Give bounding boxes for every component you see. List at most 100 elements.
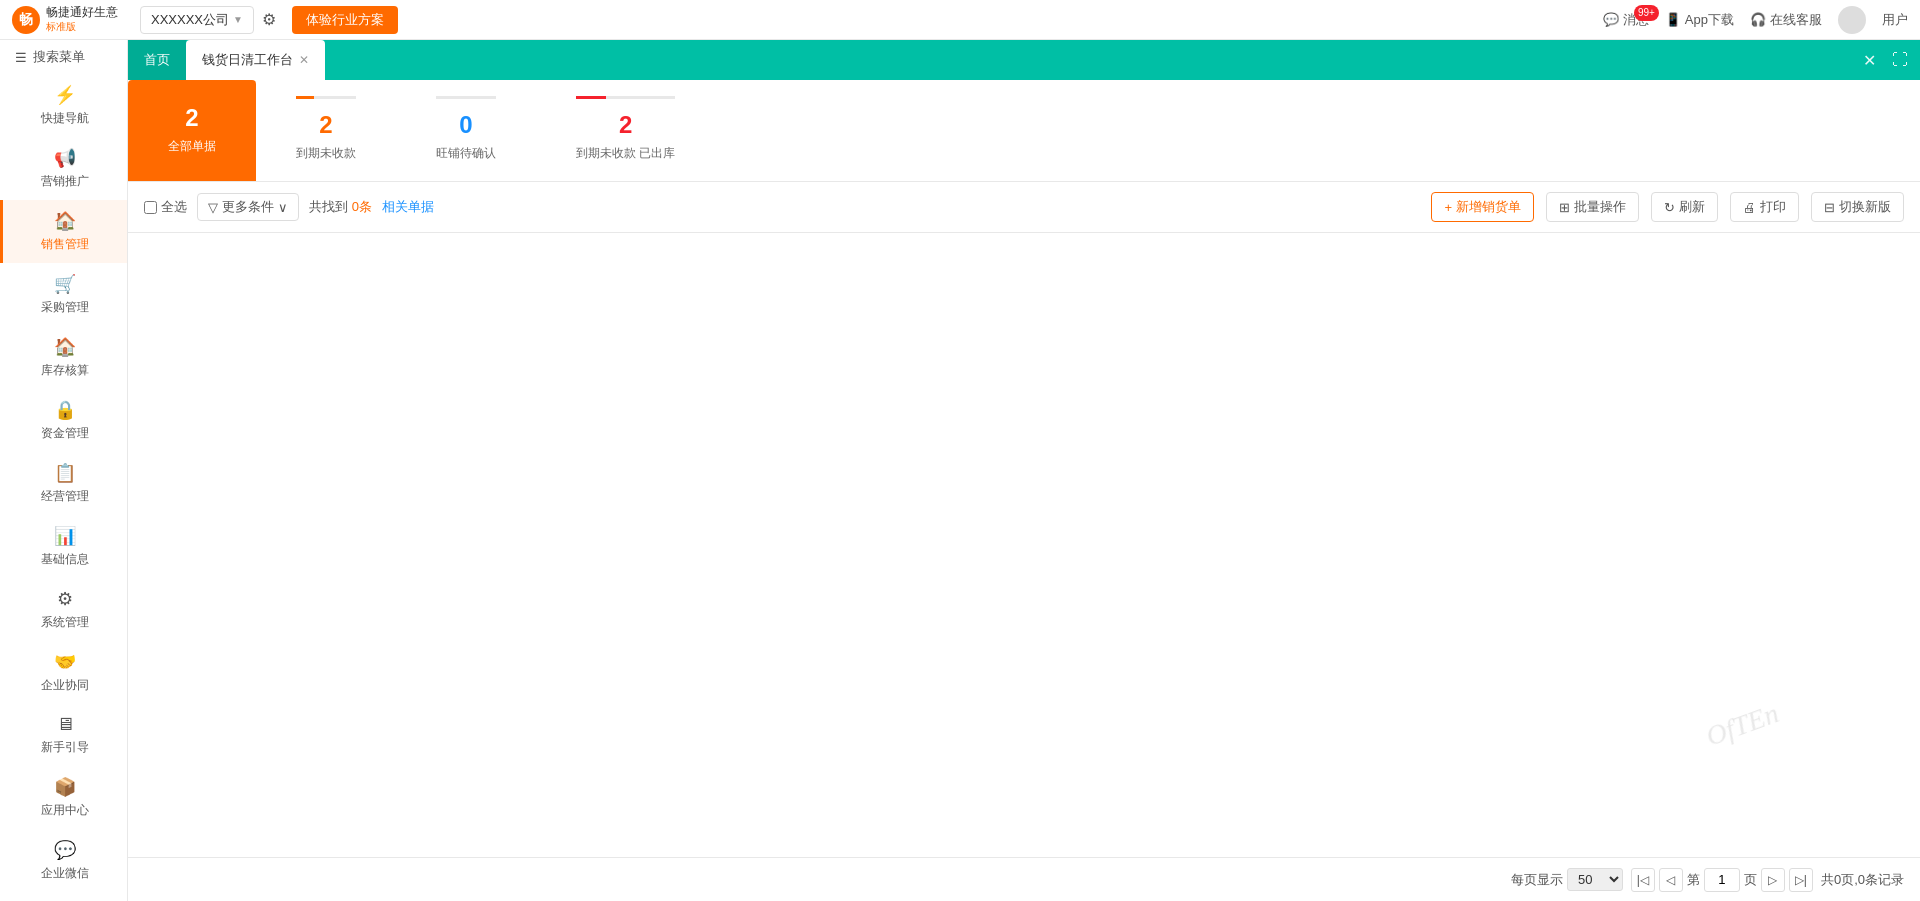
prev-page-btn[interactable]: ◁ — [1659, 868, 1683, 892]
app-center-label: 应用中心 — [41, 802, 89, 819]
logo-line1: 畅捷通好生意 — [46, 5, 118, 21]
batch-icon: ⊞ — [1559, 200, 1570, 215]
last-page-btn[interactable]: ▷| — [1789, 868, 1813, 892]
filter-btn[interactable]: ▽ 更多条件 ∨ — [197, 193, 299, 221]
select-all-input[interactable] — [144, 201, 157, 214]
sidebar-item-search-menu[interactable]: ☰ 搜索菜单 — [0, 40, 127, 74]
sidebar-item-basic-info[interactable]: 📊 基础信息 — [0, 515, 127, 578]
select-all-label: 全选 — [161, 198, 187, 216]
settings-icon[interactable]: ⚙ — [262, 10, 282, 30]
marketing-label: 营销推广 — [41, 173, 89, 190]
top-header: 畅 畅捷通好生意 标准版 XXXXXX公司 ▼ ⚙ 体验行业方案 💬 消息 99… — [0, 0, 1920, 40]
basic-info-label: 基础信息 — [41, 551, 89, 568]
page-suffix: 页 — [1744, 871, 1757, 889]
sidebar-item-quick-nav[interactable]: ⚡ 快捷导航 — [0, 74, 127, 137]
toolbar-right: + 新增销货单 ⊞ 批量操作 ↻ 刷新 🖨 打印 — [1431, 192, 1904, 222]
user-name: 用户 — [1882, 11, 1908, 29]
marketing-icon: 📢 — [54, 147, 76, 169]
wechat-label: 企业微信 — [41, 865, 89, 882]
tab-close-icon[interactable]: ✕ — [299, 53, 309, 67]
finance-label: 资金管理 — [41, 425, 89, 442]
tab-maximize-btn[interactable]: ⛶ — [1888, 47, 1912, 73]
logo-line2: 标准版 — [46, 20, 118, 34]
lightning-icon: ⚡ — [54, 84, 76, 106]
tab-minimize-btn[interactable]: ✕ — [1859, 47, 1880, 74]
found-prefix: 共找到 — [309, 199, 348, 214]
page-size-select: 每页显示 50 100 200 — [1511, 868, 1623, 891]
sidebar-item-member[interactable]: ◇ 畅会员 — [0, 892, 127, 901]
sidebar-item-guide[interactable]: 🖥 新手引导 — [0, 704, 127, 766]
card-label-unpaid: 到期未收款 — [296, 145, 356, 162]
company-selector[interactable]: XXXXXX公司 ▼ — [140, 6, 254, 34]
sidebar-item-marketing[interactable]: 📢 营销推广 — [0, 137, 127, 200]
tab-workbench[interactable]: 钱货日清工作台 ✕ — [186, 40, 325, 80]
related-link[interactable]: 相关单据 — [382, 198, 434, 216]
table-area — [128, 233, 1920, 857]
summary-cards: 2 全部单据 2 到期未收款 0 旺铺待确认 — [128, 80, 1920, 182]
logo-icon: 畅 — [12, 6, 40, 34]
tab-home[interactable]: 首页 — [128, 40, 186, 80]
sidebar-item-wechat[interactable]: 💬 企业微信 — [0, 829, 127, 892]
operation-icon: 📋 — [54, 462, 76, 484]
wechat-icon: 💬 — [54, 839, 76, 861]
switch-icon: ⊟ — [1824, 200, 1835, 215]
tab-bar: 首页 钱货日清工作台 ✕ ✕ ⛶ — [128, 40, 1920, 80]
message-icon-item[interactable]: 💬 消息 99+ — [1603, 11, 1649, 29]
search-icon: ☰ — [15, 50, 27, 65]
phone-icon: 📱 — [1665, 12, 1681, 27]
found-text: 共找到 0条 — [309, 198, 372, 216]
sidebar-item-finance[interactable]: 🔒 资金管理 — [0, 389, 127, 452]
select-all-checkbox[interactable]: 全选 — [144, 198, 187, 216]
switch-version-btn[interactable]: ⊟ 切换新版 — [1811, 192, 1904, 222]
sidebar-item-inventory[interactable]: 🏠 库存核算 — [0, 326, 127, 389]
found-count: 0条 — [352, 199, 372, 214]
pagination-bar: 每页显示 50 100 200 |◁ ◁ 第 页 ▷ ▷| 共0页,0条 — [128, 857, 1920, 901]
enterprise-label: 企业协同 — [41, 677, 89, 694]
industry-btn[interactable]: 体验行业方案 — [292, 6, 398, 34]
per-page-selector[interactable]: 50 100 200 — [1567, 868, 1623, 891]
batch-ops-btn[interactable]: ⊞ 批量操作 — [1546, 192, 1639, 222]
sidebar-item-app-center[interactable]: 📦 应用中心 — [0, 766, 127, 829]
card-label-pending: 旺铺待确认 — [436, 145, 496, 162]
app-download-item[interactable]: 📱 App下载 — [1665, 11, 1734, 29]
purchase-label: 采购管理 — [41, 299, 89, 316]
print-label: 打印 — [1760, 198, 1786, 216]
summary-card-expired-out[interactable]: 2 到期未收款 已出库 — [536, 80, 715, 181]
page-input[interactable] — [1704, 868, 1740, 892]
inventory-label: 库存核算 — [41, 362, 89, 379]
summary-card-all[interactable]: 2 全部单据 — [128, 80, 256, 181]
guide-icon: 🖥 — [56, 714, 74, 735]
basic-info-icon: 📊 — [54, 525, 76, 547]
print-btn[interactable]: 🖨 打印 — [1730, 192, 1799, 222]
quick-nav-label: 快捷导航 — [41, 110, 89, 127]
finance-icon: 🔒 — [54, 399, 76, 421]
next-page-btn[interactable]: ▷ — [1761, 868, 1785, 892]
sidebar-item-purchase[interactable]: 🛒 采购管理 — [0, 263, 127, 326]
online-service-label: 在线客服 — [1770, 11, 1822, 29]
sidebar-item-enterprise[interactable]: 🤝 企业协同 — [0, 641, 127, 704]
first-page-btn[interactable]: |◁ — [1631, 868, 1655, 892]
sidebar-item-operation[interactable]: 📋 经营管理 — [0, 452, 127, 515]
add-sales-btn[interactable]: + 新增销货单 — [1431, 192, 1534, 222]
online-service-item[interactable]: 🎧 在线客服 — [1750, 11, 1822, 29]
batch-ops-label: 批量操作 — [1574, 198, 1626, 216]
summary-card-unpaid[interactable]: 2 到期未收款 — [256, 80, 396, 181]
company-name: XXXXXX公司 — [151, 11, 229, 29]
sidebar-item-system[interactable]: ⚙ 系统管理 — [0, 578, 127, 641]
add-sales-label: 新增销货单 — [1456, 198, 1521, 216]
filter-label: 更多条件 — [222, 198, 274, 216]
add-icon: + — [1444, 200, 1452, 215]
switch-label: 切换新版 — [1839, 198, 1891, 216]
summary-card-pending[interactable]: 0 旺铺待确认 — [396, 80, 536, 181]
main-layout: ☰ 搜索菜单 ⚡ 快捷导航 📢 营销推广 🏠 销售管理 🛒 采购管理 🏠 库存核… — [0, 40, 1920, 901]
refresh-btn[interactable]: ↻ 刷新 — [1651, 192, 1718, 222]
tab-home-label: 首页 — [144, 51, 170, 69]
app-download-label: App下载 — [1685, 11, 1734, 29]
avatar[interactable] — [1838, 6, 1866, 34]
logo-text-area: 畅捷通好生意 标准版 — [46, 5, 118, 35]
total-info: 共0页,0条记录 — [1821, 871, 1904, 889]
logo-area: 畅 畅捷通好生意 标准版 — [12, 5, 140, 35]
sidebar-item-sales[interactable]: 🏠 销售管理 — [0, 200, 127, 263]
content-area: 首页 钱货日清工作台 ✕ ✕ ⛶ 2 全部单据 — [128, 40, 1920, 901]
enterprise-icon: 🤝 — [54, 651, 76, 673]
